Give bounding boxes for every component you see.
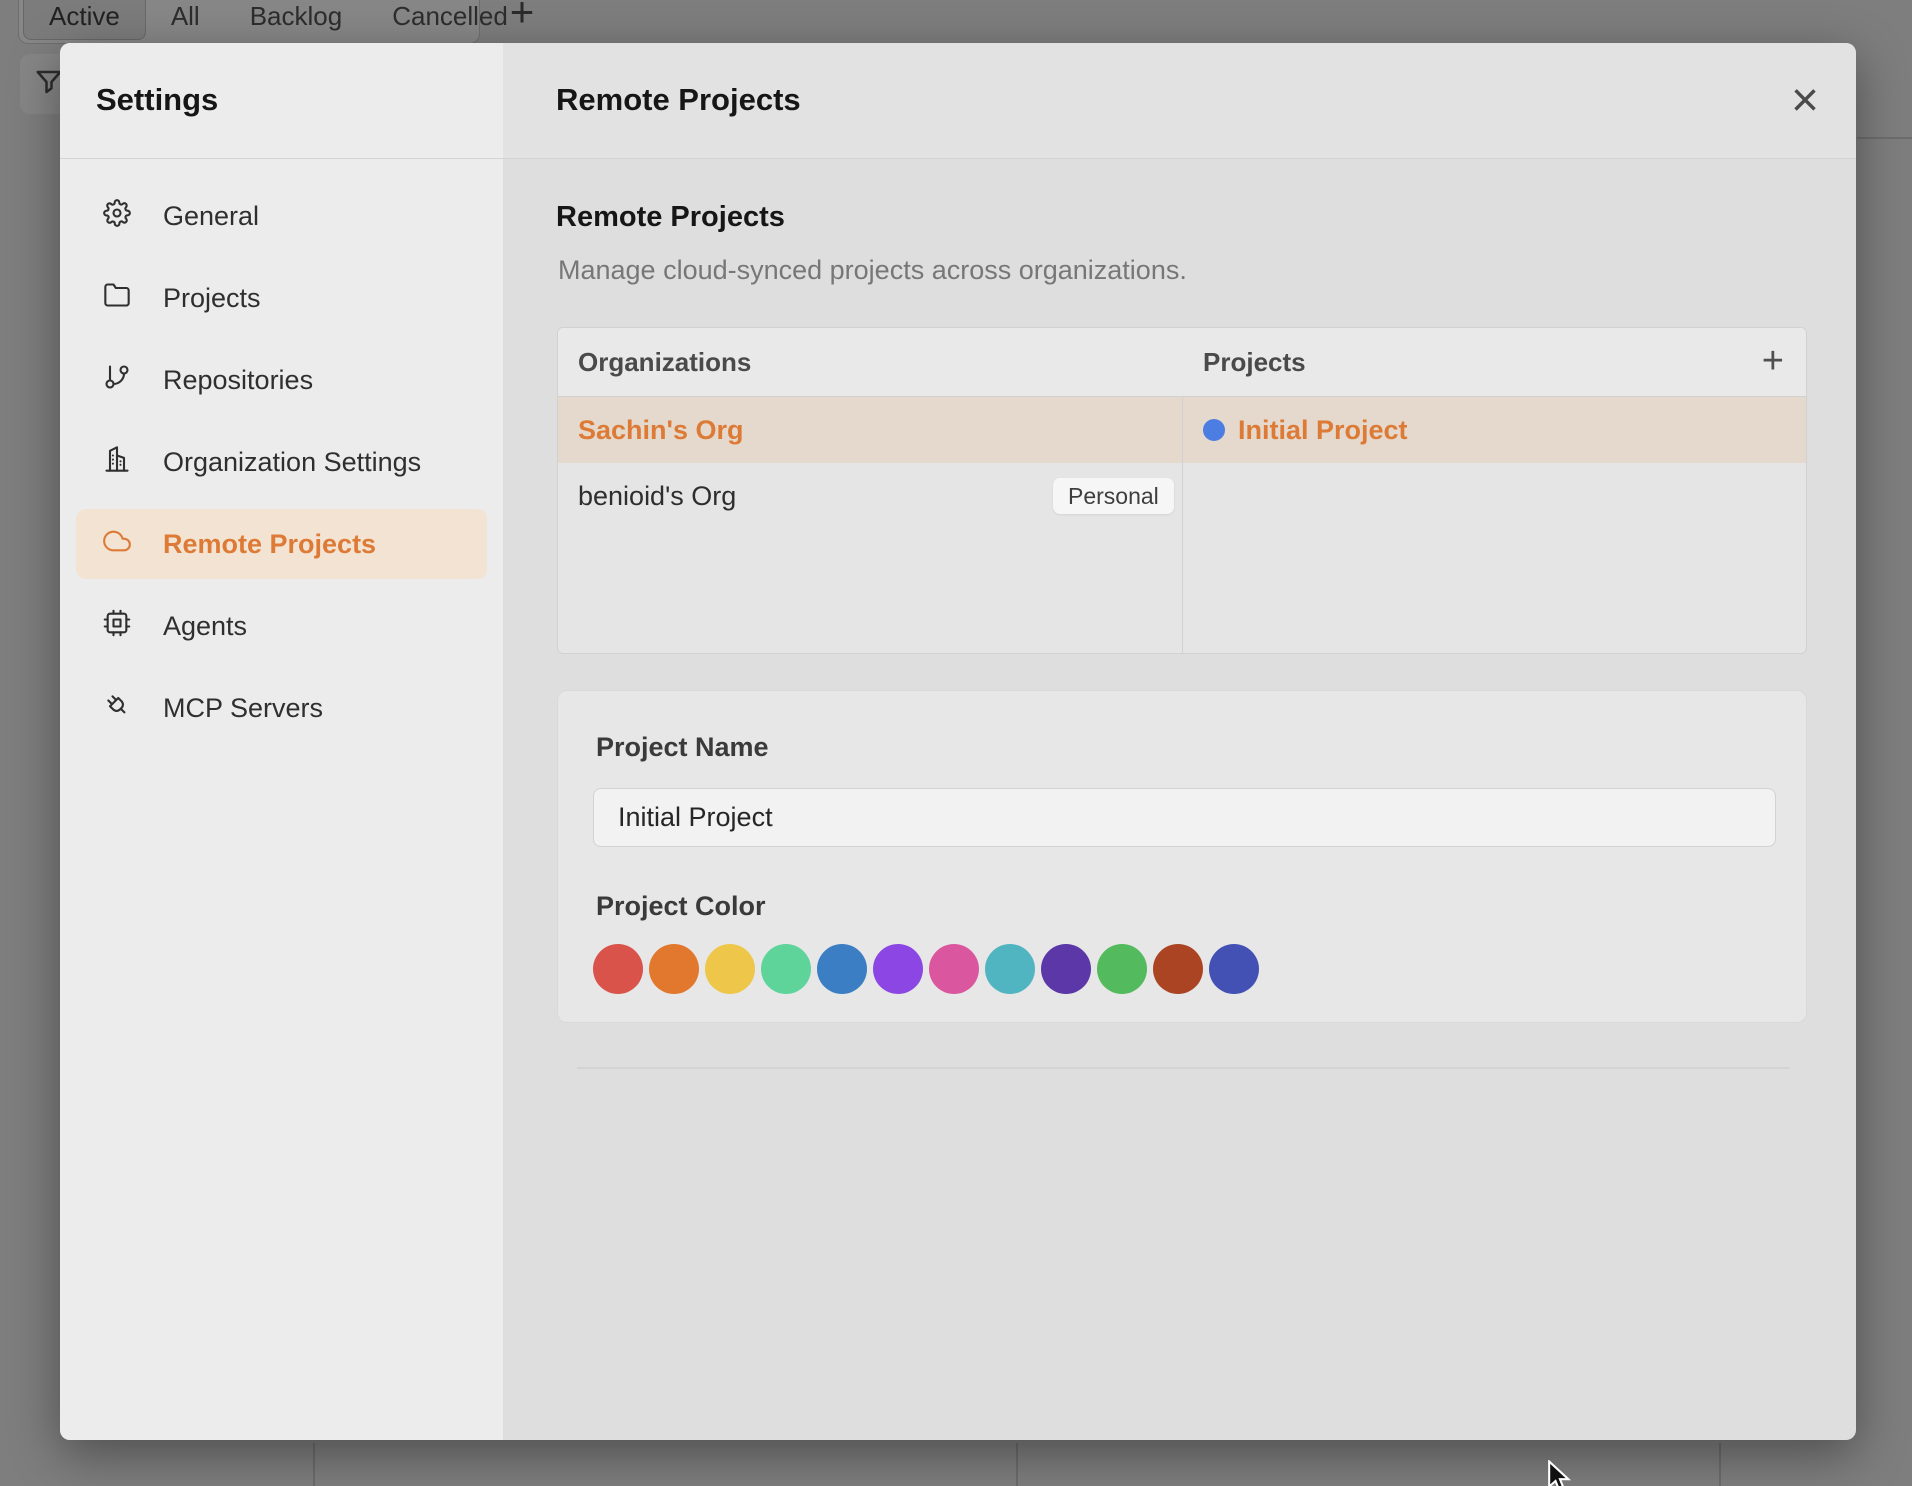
project-row-initial-project[interactable]: Initial Project (1203, 397, 1408, 463)
color-swatch-1[interactable] (593, 944, 643, 994)
cloud-icon (103, 527, 131, 562)
sidebar-item-organization-settings[interactable]: Organization Settings (76, 427, 487, 497)
color-swatch-12[interactable] (1209, 944, 1259, 994)
settings-sidebar: Settings General Projects Repositories O… (60, 43, 503, 1440)
project-name: Initial Project (1238, 414, 1408, 445)
plug-icon (103, 691, 131, 726)
section-title: Remote Projects (556, 201, 785, 233)
mouse-cursor (1546, 1459, 1576, 1486)
section-subtitle: Manage cloud-synced projects across orga… (558, 255, 1187, 285)
backdrop-header-line (1857, 137, 1912, 139)
projects-column-header: Projects (1203, 347, 1306, 377)
color-swatch-9[interactable] (1041, 944, 1091, 994)
sidebar-item-label: Repositories (163, 364, 314, 395)
building-icon (103, 445, 131, 480)
organizations-column-header: Organizations (578, 347, 752, 377)
board-column-divider (1016, 1443, 1018, 1486)
color-swatch-11[interactable] (1153, 944, 1203, 994)
color-swatch-6[interactable] (873, 944, 923, 994)
color-swatch-8[interactable] (985, 944, 1035, 994)
add-tab-button[interactable]: + (500, 0, 544, 38)
add-project-button[interactable]: + (1762, 328, 1784, 395)
org-row-sachins-org[interactable]: Sachin's Org (578, 397, 1168, 463)
sidebar-item-remote-projects[interactable]: Remote Projects (76, 509, 487, 579)
sidebar-item-agents[interactable]: Agents (76, 591, 487, 661)
project-color-swatches (593, 944, 1259, 994)
modal-header-divider (60, 158, 1856, 159)
org-name: Sachin's Org (578, 414, 744, 445)
chip-icon (103, 609, 131, 644)
sidebar-item-label: Organization Settings (163, 446, 422, 477)
close-icon: × (1790, 73, 1820, 127)
color-swatch-10[interactable] (1097, 944, 1147, 994)
sidebar-item-mcp-servers[interactable]: MCP Servers (76, 673, 487, 743)
project-name-input[interactable] (593, 788, 1776, 847)
tab-all[interactable]: All (146, 0, 225, 39)
sidebar-item-projects[interactable]: Projects (76, 263, 487, 333)
content-bottom-divider (577, 1067, 1790, 1069)
sidebar-item-label: Remote Projects (163, 528, 377, 559)
sidebar-item-label: Agents (163, 610, 248, 641)
sidebar-item-label: General (163, 200, 260, 231)
folder-icon (103, 281, 131, 316)
org-name: benioid's Org (578, 480, 737, 511)
modal-title: Remote Projects (556, 82, 801, 117)
sidebar-item-label: Projects (163, 282, 261, 313)
personal-badge: Personal (1053, 478, 1174, 514)
project-name-label: Project Name (596, 732, 769, 762)
sidebar-item-repositories[interactable]: Repositories (76, 345, 487, 415)
board-column-divider (313, 1443, 315, 1486)
sidebar-item-general[interactable]: General (76, 181, 487, 251)
color-swatch-2[interactable] (649, 944, 699, 994)
organizations-projects-table: Organizations Projects + Sachin's Org be… (557, 327, 1807, 654)
tab-backlog[interactable]: Backlog (225, 0, 368, 39)
color-swatch-3[interactable] (705, 944, 755, 994)
project-color-label: Project Color (596, 891, 766, 921)
tab-active[interactable]: Active (23, 0, 146, 40)
screen: Active All Backlog Cancelled + Settings … (0, 0, 1912, 1486)
sidebar-item-label: MCP Servers (163, 692, 324, 723)
project-color-dot (1203, 419, 1225, 441)
color-swatch-7[interactable] (929, 944, 979, 994)
gear-icon (103, 198, 131, 234)
git-branch-icon (103, 363, 131, 398)
settings-title: Settings (96, 82, 219, 117)
settings-nav: General Projects Repositories Organizati… (76, 181, 487, 743)
close-button[interactable]: × (1776, 71, 1834, 129)
project-details-card: Project Name Project Color (557, 690, 1807, 1023)
color-swatch-4[interactable] (761, 944, 811, 994)
board-column-divider (1719, 1443, 1721, 1486)
board-tabbar: Active All Backlog Cancelled (18, 0, 508, 44)
settings-modal: Settings General Projects Repositories O… (60, 43, 1856, 1440)
color-swatch-5[interactable] (817, 944, 867, 994)
